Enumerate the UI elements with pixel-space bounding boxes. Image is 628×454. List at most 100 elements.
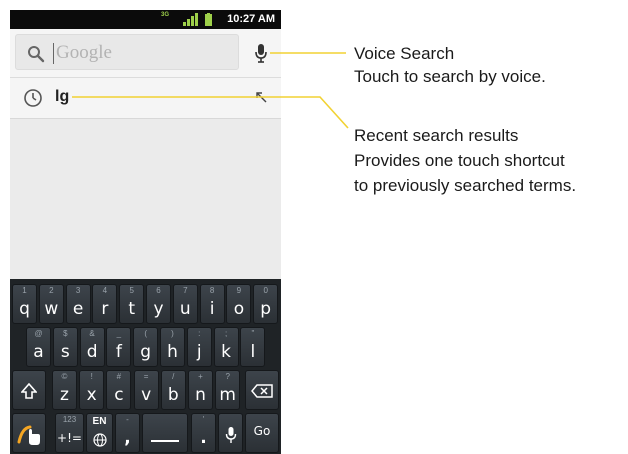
key-c[interactable]: # c	[106, 370, 132, 410]
space-bar-mark	[151, 440, 179, 442]
key-p[interactable]: 0p	[253, 284, 279, 324]
key-hint: 1	[22, 286, 27, 295]
key-r[interactable]: 4r	[92, 284, 118, 324]
key-hint: &	[89, 329, 95, 338]
key-hint: _	[116, 329, 122, 338]
period-key[interactable]: ' .	[191, 413, 216, 453]
key-e[interactable]: 3e	[65, 284, 91, 324]
key-z[interactable]: © z	[52, 370, 77, 410]
recent-search-term: lg	[55, 88, 70, 105]
key-hint: ;	[224, 329, 228, 338]
key-hint: 9	[236, 286, 242, 295]
key-w[interactable]: 2w	[38, 284, 64, 324]
key-j[interactable]: :j	[186, 327, 212, 367]
shift-arrow-icon	[21, 383, 37, 399]
key-hint: 4	[102, 286, 108, 295]
key-label: o	[233, 299, 245, 319]
key-label: h	[167, 342, 178, 362]
key-hint: 0	[263, 286, 268, 295]
key-hint: 7	[183, 286, 188, 295]
key-label: m	[219, 385, 236, 405]
status-time: 10:27 AM	[227, 13, 275, 25]
key-hint: )	[171, 329, 174, 338]
key-q[interactable]: 1q	[12, 284, 37, 324]
key-s[interactable]: $ s	[52, 327, 78, 367]
key-hint: =	[143, 372, 149, 381]
key-hint: 6	[156, 286, 161, 295]
key-label: u	[179, 299, 191, 319]
search-input[interactable]	[56, 41, 226, 65]
period-key-label: .	[200, 428, 207, 448]
mic-icon	[255, 44, 267, 63]
space-key[interactable]	[142, 413, 188, 453]
key-hint: (	[144, 329, 148, 338]
key-u[interactable]: 7u	[172, 284, 198, 324]
key-m[interactable]: ? m	[215, 370, 241, 410]
key-label: a	[33, 342, 44, 362]
key-l[interactable]: " l	[240, 327, 266, 367]
comma-key-hint: -	[126, 415, 129, 424]
key-label: t	[128, 299, 136, 319]
key-t[interactable]: 5t	[119, 284, 145, 324]
recent-search-description-1: Provides one touch shortcut	[354, 151, 565, 170]
key-hint: ?	[225, 372, 230, 381]
key-v[interactable]: = v	[133, 370, 159, 410]
key-label: b	[167, 385, 179, 405]
key-o[interactable]: 9o	[226, 284, 252, 324]
key-label: i	[209, 299, 215, 319]
key-hint: 3	[75, 286, 81, 295]
shift-key[interactable]	[12, 370, 46, 410]
key-label: p	[260, 299, 272, 319]
swype-icon	[17, 425, 40, 445]
clock-icon	[24, 89, 42, 107]
key-n[interactable]: + n	[188, 370, 213, 410]
key-label: f	[115, 342, 122, 362]
key-label: s	[60, 342, 70, 362]
key-label: x	[86, 385, 97, 405]
delete-key[interactable]	[245, 370, 279, 410]
go-key[interactable]: Go	[245, 413, 279, 453]
key-d[interactable]: & d	[79, 327, 105, 367]
key-label: g	[140, 342, 152, 362]
mic-key[interactable]	[218, 413, 243, 453]
backspace-icon	[251, 384, 273, 398]
voice-search-description: Touch to search by voice.	[354, 67, 546, 86]
key-f[interactable]: _ f	[106, 327, 132, 367]
key-hint: @	[34, 329, 43, 338]
language-key[interactable]: EN	[86, 413, 113, 453]
key-i[interactable]: 8i	[199, 284, 225, 324]
key-label: e	[72, 299, 84, 319]
key-label: w	[44, 299, 59, 319]
comma-key-label: ,	[124, 428, 131, 448]
key-h[interactable]: ) h	[160, 327, 185, 367]
mic-icon	[225, 427, 237, 443]
symbols-key[interactable]: 123 +!=	[55, 413, 84, 453]
swype-key[interactable]	[12, 413, 46, 453]
recent-search-description-2: to previously searched terms.	[354, 176, 577, 195]
key-hint: "	[251, 329, 255, 338]
key-a[interactable]: @ a	[26, 327, 51, 367]
key-hint: 5	[129, 286, 134, 295]
key-label: l	[250, 342, 256, 362]
key-hint: /	[172, 372, 175, 381]
key-hint: !	[90, 372, 93, 381]
key-k[interactable]: ; k	[213, 327, 239, 367]
key-hint: #	[116, 372, 122, 381]
key-label: v	[141, 385, 152, 405]
key-y[interactable]: 6y	[146, 284, 171, 324]
key-hint: ©	[61, 372, 68, 381]
key-label: r	[101, 299, 109, 319]
key-b[interactable]: / b	[160, 370, 186, 410]
key-x[interactable]: ! x	[79, 370, 105, 410]
key-label: n	[195, 385, 206, 405]
search-box[interactable]	[15, 34, 239, 70]
comma-key[interactable]: - ,	[115, 413, 140, 453]
key-label: k	[221, 342, 232, 362]
on-screen-keyboard: 1q2w3e4r5t6y7u8i9o0p @ a $ s & d _ f(g) h: j; k " l …	[10, 279, 281, 454]
key-g[interactable]: (g	[133, 327, 159, 367]
symbols-key-hint: 123	[62, 415, 77, 424]
recent-search-title: Recent search results	[354, 126, 519, 145]
language-key-label: EN	[92, 416, 107, 427]
globe-icon	[93, 433, 107, 447]
key-label: c	[114, 385, 124, 405]
